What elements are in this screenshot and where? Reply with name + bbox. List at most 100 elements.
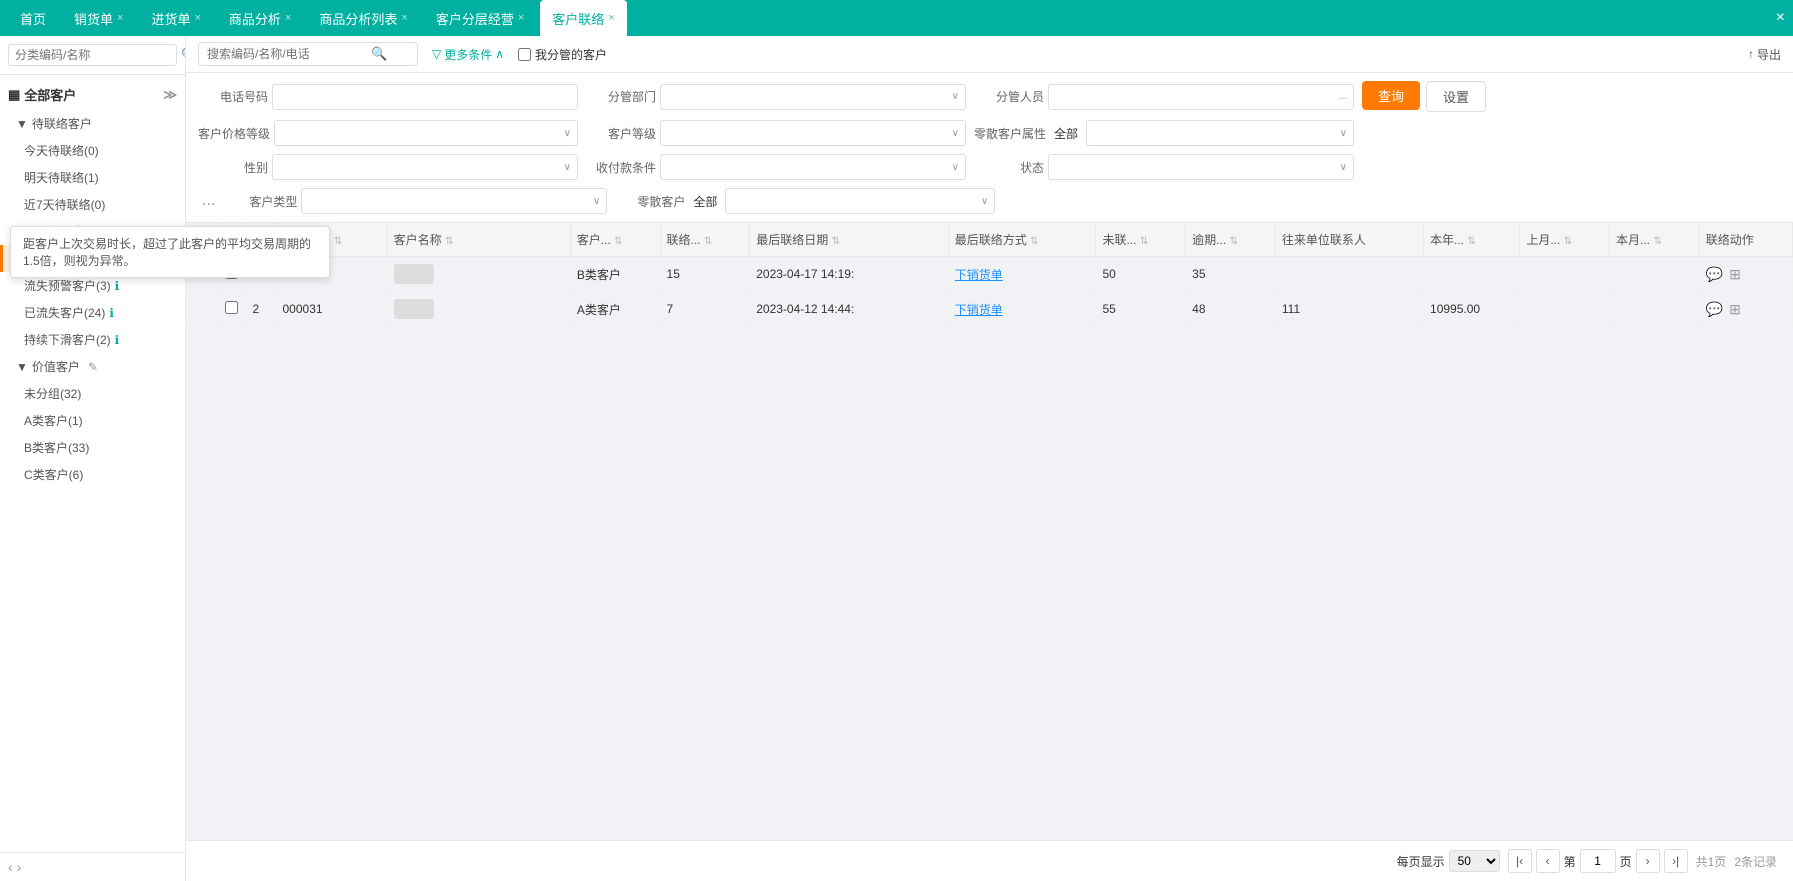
col-contact[interactable]: 联络... ⇅	[660, 223, 750, 257]
col-last-month[interactable]: 上月... ⇅	[1520, 223, 1610, 257]
table-header: ⚙ # 客户编码 ⇅ 客户名称 ⇅	[186, 223, 1793, 257]
customer-level-select[interactable]: ∨	[660, 120, 966, 146]
row2-name-blur	[394, 299, 434, 319]
edit-icon[interactable]: ✎	[88, 360, 98, 374]
row2-select[interactable]	[225, 301, 238, 314]
row2-share-icon[interactable]: ⊞	[1729, 301, 1741, 318]
nav-tab-analysis[interactable]: 商品分析 ×	[217, 0, 303, 36]
page-number-input[interactable]	[1580, 849, 1616, 873]
row1-name-blur	[394, 264, 434, 284]
sidebar-item-c-class[interactable]: C类客户(6)	[0, 461, 185, 488]
gender-select[interactable]: ∨	[272, 154, 578, 180]
value-customer-label[interactable]: ▼ 价值客户 ✎	[0, 353, 185, 380]
more-dots-btn[interactable]: ...	[198, 192, 219, 210]
nav-tab-home[interactable]: 首页	[8, 0, 58, 36]
sort-icon-last-date: ⇅	[832, 236, 840, 247]
my-customers-checkbox[interactable]	[518, 48, 531, 61]
price-level-select[interactable]: ∨	[274, 120, 578, 146]
col-overdue[interactable]: 逾期... ⇅	[1186, 223, 1276, 257]
row2-method-link[interactable]: 下销货单	[955, 303, 1003, 317]
payment-select[interactable]: ∨	[660, 154, 966, 180]
col-name[interactable]: 客户名称 ⇅	[387, 223, 570, 257]
last-page-btn[interactable]: ›|	[1664, 849, 1688, 873]
next-nav-arrow[interactable]: ›	[17, 859, 22, 875]
col-unit-contact[interactable]: 往来单位联系人	[1275, 223, 1423, 257]
row1-action: 💬 ⊞	[1699, 257, 1792, 292]
more-conditions-btn[interactable]: ▽ 更多条件 ∧	[426, 43, 510, 66]
row1-unit-contact	[1275, 257, 1423, 292]
row2-num: 2	[246, 292, 276, 327]
sidebar-item-tomorrow[interactable]: 明天待联络(1)	[0, 164, 185, 191]
row1-last-method[interactable]: 下销货单	[948, 257, 1096, 292]
nav-tab-purchase[interactable]: 进货单 ×	[139, 0, 212, 36]
filter-bar: 🔍 ▽ 更多条件 ∧ 我分管的客户 ↑ 导出	[186, 36, 1793, 73]
prev-page-btn[interactable]: ‹	[1536, 849, 1560, 873]
close-analysis-tab[interactable]: ×	[285, 12, 291, 24]
retail-attr-select[interactable]: ∨	[1086, 120, 1354, 146]
sidebar-item-today[interactable]: 今天待联络(0)	[0, 137, 185, 164]
search-icon[interactable]: 🔍	[371, 46, 387, 62]
nav-tab-customer-segment[interactable]: 客户分层经营 ×	[424, 0, 536, 36]
row2-chat-icon[interactable]: 💬	[1706, 301, 1723, 318]
collapse-btn[interactable]: ≫	[163, 87, 177, 103]
col-this-month[interactable]: 本月... ⇅	[1610, 223, 1700, 257]
sidebar-item-7days[interactable]: 近7天待联络(0)	[0, 191, 185, 218]
dept-field: 分管部门 ∨	[586, 84, 966, 110]
sort-icon-name: ⇅	[445, 236, 453, 247]
sidebar-bottom-nav: ‹ ›	[0, 852, 185, 881]
sidebar-item-declining[interactable]: 持续下滑客户(2) ℹ	[0, 326, 185, 353]
close-customer-contact-tab[interactable]: ×	[608, 12, 614, 24]
retail-customer-select[interactable]: ∨	[725, 188, 995, 214]
sidebar-search-area: 🔍	[0, 36, 185, 75]
col-this-year[interactable]: 本年... ⇅	[1424, 223, 1520, 257]
page-size-dropdown[interactable]: 50 100 200	[1449, 850, 1500, 872]
sidebar-item-ungrouped[interactable]: 未分组(32)	[0, 380, 185, 407]
next-page-btn[interactable]: ›	[1636, 849, 1660, 873]
nav-tab-analysis-list[interactable]: 商品分析列表 ×	[307, 0, 419, 36]
pagination-bar: 每页显示 50 100 200 |‹ ‹ 第 页 › ›| 共1页 2条记录	[186, 840, 1793, 881]
arrow-down-icon-2: ▼	[16, 360, 28, 374]
nav-tab-sales[interactable]: 销货单 ×	[62, 0, 135, 36]
col-last-method[interactable]: 最后联络方式 ⇅	[948, 223, 1096, 257]
query-button[interactable]: 查询	[1362, 81, 1420, 110]
filter-row-4: ... 客户类型 ∨ 零散客户 全部 ∨	[198, 188, 1781, 214]
close-all-tabs[interactable]: ×	[1776, 9, 1785, 27]
row2-this-month	[1610, 292, 1700, 327]
pending-contact-label[interactable]: ▼ 待联络客户	[0, 110, 185, 137]
nav-tab-customer-contact[interactable]: 客户联络 ×	[540, 0, 626, 36]
customer-type-select[interactable]: ∨	[301, 188, 607, 214]
close-sales-tab[interactable]: ×	[117, 12, 123, 24]
row1-share-icon[interactable]: ⊞	[1729, 266, 1741, 283]
filter-icon: ▽	[432, 47, 441, 61]
dept-select[interactable]: ∨	[660, 84, 966, 110]
sidebar-item-a-class[interactable]: A类客户(1)	[0, 407, 185, 434]
col-last-date[interactable]: 最后联络日期 ⇅	[750, 223, 949, 257]
manager-select[interactable]: ...	[1048, 84, 1354, 110]
row1-method-link[interactable]: 下销货单	[955, 268, 1003, 282]
sidebar-search-input[interactable]	[8, 44, 177, 66]
my-customers-checkbox-label[interactable]: 我分管的客户	[518, 46, 607, 63]
status-select[interactable]: ∨	[1048, 154, 1354, 180]
prev-nav-arrow[interactable]: ‹	[8, 859, 13, 875]
row2-checkbox[interactable]	[218, 292, 246, 327]
row2-last-method[interactable]: 下销货单	[948, 292, 1096, 327]
phone-input[interactable]	[272, 84, 578, 110]
search-input[interactable]	[207, 47, 367, 61]
sidebar-item-churned[interactable]: 已流失客户(24) ℹ	[0, 299, 185, 326]
col-uncontacted[interactable]: 未联... ⇅	[1096, 223, 1186, 257]
row2-unit-contact: 111	[1275, 292, 1423, 327]
all-customers-title[interactable]: ▦ 全部客户 ≫	[0, 79, 185, 110]
close-customer-segment-tab[interactable]: ×	[518, 12, 524, 24]
row1-last-date: 2023-04-17 14:19:	[750, 257, 949, 292]
manager-arrow: ...	[1339, 91, 1347, 102]
sidebar-item-b-class[interactable]: B类客户(33)	[0, 434, 185, 461]
arrow-down-icon: ▼	[16, 117, 28, 131]
close-purchase-tab[interactable]: ×	[194, 12, 200, 24]
first-page-btn[interactable]: |‹	[1508, 849, 1532, 873]
row1-chat-icon[interactable]: 💬	[1706, 266, 1723, 283]
export-btn[interactable]: ↑ 导出	[1748, 46, 1781, 63]
col-level[interactable]: 客户... ⇅	[570, 223, 660, 257]
close-analysis-list-tab[interactable]: ×	[401, 12, 407, 24]
col-action: 联络动作	[1699, 223, 1792, 257]
settings-button[interactable]: 设置	[1426, 81, 1486, 112]
